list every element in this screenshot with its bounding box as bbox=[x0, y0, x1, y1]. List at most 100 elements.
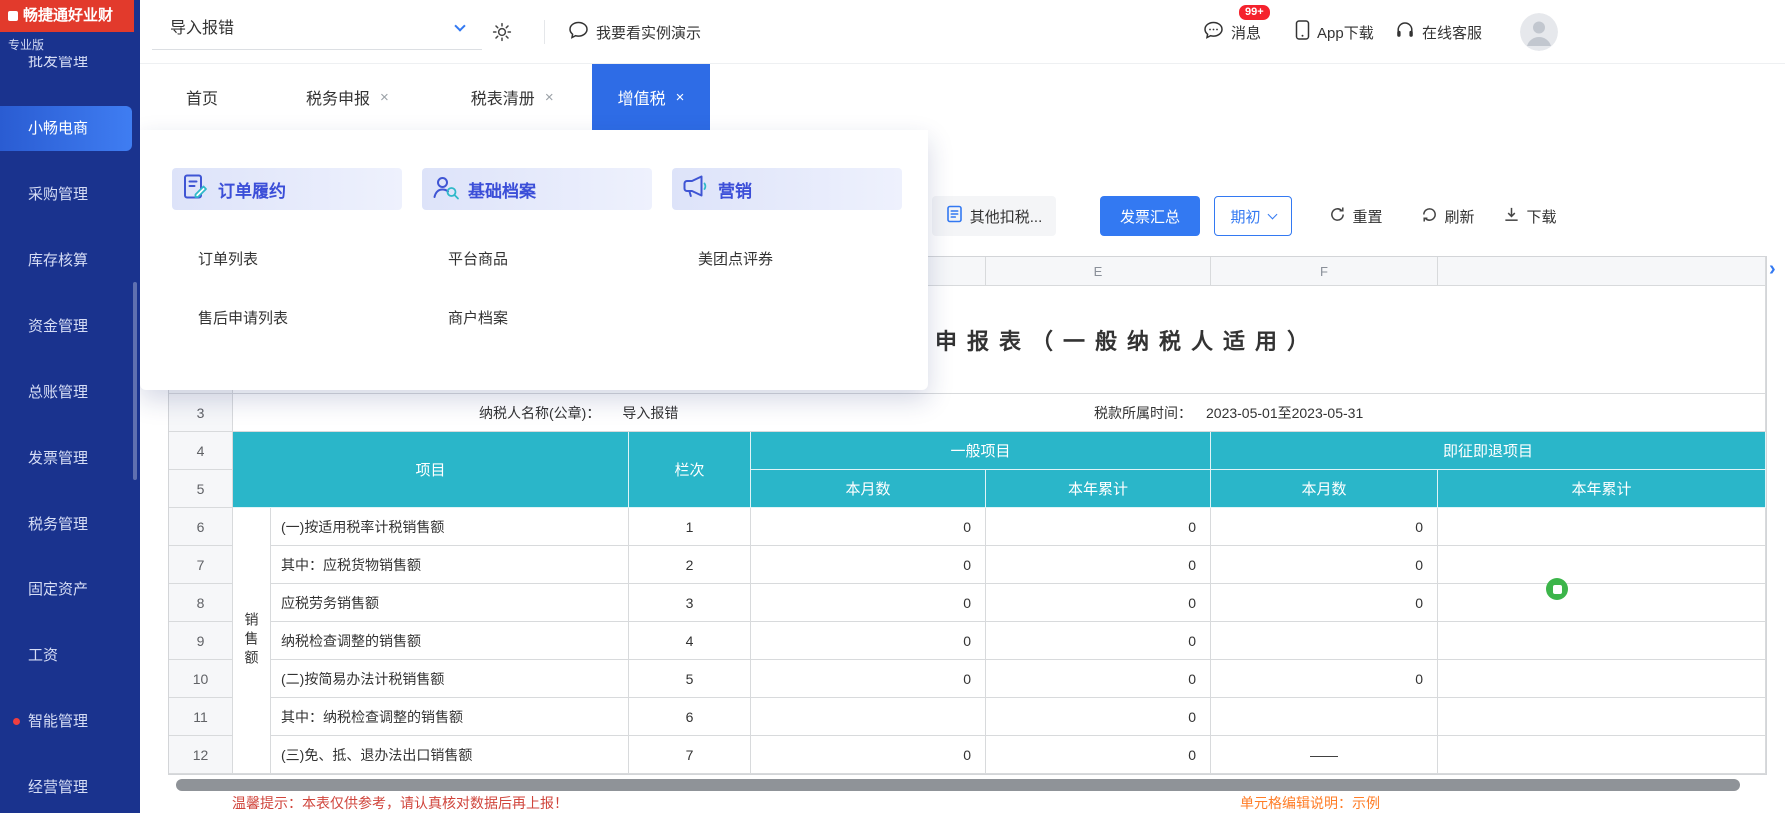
sidebar-item-7[interactable]: 发票管理 bbox=[0, 441, 140, 477]
menu-item[interactable]: 平台商品 bbox=[448, 245, 638, 275]
download-button[interactable]: 下载 bbox=[1494, 196, 1566, 236]
value-cell-row6-col2[interactable]: 0 bbox=[986, 508, 1211, 546]
menu-item[interactable]: 商户档案 bbox=[448, 304, 638, 334]
refresh-button[interactable]: 刷新 bbox=[1412, 196, 1484, 236]
value-cell-row8-col1[interactable]: 0 bbox=[751, 584, 986, 622]
sidebar-item-4[interactable]: 库存核算 bbox=[0, 243, 140, 279]
scroll-right-icon[interactable]: › bbox=[1769, 258, 1776, 281]
demo-link[interactable]: 我要看实例演示 bbox=[568, 0, 701, 64]
value-cell-row9-col3[interactable] bbox=[1211, 622, 1438, 660]
column-letter-E[interactable]: E bbox=[986, 257, 1211, 286]
value-cell-row11-col2[interactable]: 0 bbox=[986, 698, 1211, 736]
lane-cell-row11[interactable]: 6 bbox=[629, 698, 751, 736]
lane-cell-row8[interactable]: 3 bbox=[629, 584, 751, 622]
item-cell-row10[interactable]: (二)按简易办法计税销售额 bbox=[271, 660, 629, 698]
value-cell-row6-col4[interactable] bbox=[1438, 508, 1766, 546]
column-letter-cell[interactable] bbox=[1438, 257, 1766, 286]
menu-item[interactable]: 订单列表 bbox=[198, 245, 388, 275]
row-number-3[interactable]: 3 bbox=[169, 394, 233, 432]
sidebar-item-6[interactable]: 总账管理 bbox=[0, 375, 140, 411]
menu-section-header[interactable]: 订单履约 bbox=[172, 168, 402, 210]
messages-button[interactable]: 消息 99+ bbox=[1203, 0, 1272, 64]
value-cell-row9-col4[interactable] bbox=[1438, 622, 1766, 660]
value-cell-row10-col2[interactable]: 0 bbox=[986, 660, 1211, 698]
row-group-sales: 销售额 bbox=[233, 508, 271, 774]
close-icon[interactable]: × bbox=[545, 89, 554, 106]
value-cell-row7-col3[interactable]: 0 bbox=[1211, 546, 1438, 584]
value-cell-row7-col2[interactable]: 0 bbox=[986, 546, 1211, 584]
row-number-5[interactable]: 5 bbox=[169, 470, 233, 508]
lane-cell-row7[interactable]: 2 bbox=[629, 546, 751, 584]
lane-cell-row9[interactable]: 4 bbox=[629, 622, 751, 660]
lane-cell-row6[interactable]: 1 bbox=[629, 508, 751, 546]
value-cell-row11-col3[interactable] bbox=[1211, 698, 1438, 736]
sidebar-item-9[interactable]: 固定资产 bbox=[0, 572, 140, 608]
gear-icon[interactable] bbox=[492, 22, 512, 47]
value-cell-row12-col2[interactable]: 0 bbox=[986, 736, 1211, 774]
value-cell-row9-col1[interactable]: 0 bbox=[751, 622, 986, 660]
tab-2[interactable]: 税务申报 × bbox=[280, 64, 415, 130]
value-cell-row12-col1[interactable]: 0 bbox=[751, 736, 986, 774]
value-cell-row6-col3[interactable]: 0 bbox=[1211, 508, 1438, 546]
item-cell-row6[interactable]: (一)按适用税率计税销售额 bbox=[271, 508, 629, 546]
sidebar-item-5[interactable]: 资金管理 bbox=[0, 309, 140, 345]
item-cell-row9[interactable]: 纳税检查调整的销售额 bbox=[271, 622, 629, 660]
menu-section-title: 基础档案 bbox=[468, 181, 536, 201]
value-cell-row12-col4[interactable] bbox=[1438, 736, 1766, 774]
sidebar-item-2[interactable]: 小畅电商 bbox=[0, 106, 132, 151]
avatar[interactable] bbox=[1520, 13, 1558, 51]
sidebar-item-11[interactable]: 智能管理 bbox=[0, 704, 140, 740]
lane-cell-row10[interactable]: 5 bbox=[629, 660, 751, 698]
row-number-12[interactable]: 12 bbox=[169, 736, 233, 774]
tab-4[interactable]: 增值税 × bbox=[591, 64, 711, 130]
app-download-button[interactable]: App下载 bbox=[1295, 0, 1374, 64]
value-cell-row11-col1[interactable] bbox=[751, 698, 986, 736]
sidebar-item-12[interactable]: 经营管理 bbox=[0, 770, 140, 806]
account-select[interactable]: 导入报错 bbox=[152, 8, 482, 50]
value-cell-row7-col1[interactable]: 0 bbox=[751, 546, 986, 584]
menu-section-header[interactable]: 营销 bbox=[672, 168, 902, 210]
sidebar-item-10[interactable]: 工资 bbox=[0, 638, 140, 674]
reset-button[interactable]: 重置 bbox=[1320, 196, 1392, 236]
online-support-button[interactable]: 在线客服 bbox=[1395, 0, 1482, 64]
footer-edit-note: 单元格编辑说明：示例 bbox=[1240, 795, 1380, 811]
value-cell-row8-col2[interactable]: 0 bbox=[986, 584, 1211, 622]
item-cell-row12[interactable]: (三)免、抵、退办法出口销售额 bbox=[271, 736, 629, 774]
value-cell-row10-col1[interactable]: 0 bbox=[751, 660, 986, 698]
period-select[interactable]: 期初 bbox=[1214, 196, 1292, 236]
item-cell-row7[interactable]: 其中：应税货物销售额 bbox=[271, 546, 629, 584]
value-cell-row8-col3[interactable]: 0 bbox=[1211, 584, 1438, 622]
tab-1[interactable]: 首页 bbox=[160, 64, 244, 130]
row-number-7[interactable]: 7 bbox=[169, 546, 233, 584]
horizontal-scrollbar[interactable] bbox=[176, 779, 1740, 791]
close-icon[interactable]: × bbox=[380, 89, 389, 106]
value-cell-row11-col4[interactable] bbox=[1438, 698, 1766, 736]
value-cell-row6-col1[interactable]: 0 bbox=[751, 508, 986, 546]
lane-cell-row12[interactable]: 7 bbox=[629, 736, 751, 774]
column-letter-F[interactable]: F bbox=[1211, 257, 1438, 286]
value-cell-row8-col4[interactable] bbox=[1438, 584, 1766, 622]
value-cell-row9-col2[interactable]: 0 bbox=[986, 622, 1211, 660]
invoice-summary-button[interactable]: 发票汇总 bbox=[1100, 196, 1200, 236]
floating-assistant-icon[interactable] bbox=[1546, 578, 1568, 600]
row-number-6[interactable]: 6 bbox=[169, 508, 233, 546]
row-number-8[interactable]: 8 bbox=[169, 584, 233, 622]
row-number-10[interactable]: 10 bbox=[169, 660, 233, 698]
menu-item[interactable]: 售后申请列表 bbox=[198, 304, 388, 334]
row-number-9[interactable]: 9 bbox=[169, 622, 233, 660]
tab-3[interactable]: 税表清册 × bbox=[445, 64, 580, 130]
value-cell-row12-col3[interactable]: —— bbox=[1211, 736, 1438, 774]
menu-section-header[interactable]: 基础档案 bbox=[422, 168, 652, 210]
value-cell-row7-col4[interactable] bbox=[1438, 546, 1766, 584]
other-tax-tab[interactable]: 其他扣税... bbox=[932, 196, 1056, 236]
item-cell-row8[interactable]: 应税劳务销售额 bbox=[271, 584, 629, 622]
close-icon[interactable]: × bbox=[676, 89, 685, 106]
item-cell-row11[interactable]: 其中：纳税检查调整的销售额 bbox=[271, 698, 629, 736]
row-number-4[interactable]: 4 bbox=[169, 432, 233, 470]
value-cell-row10-col3[interactable]: 0 bbox=[1211, 660, 1438, 698]
row-number-11[interactable]: 11 bbox=[169, 698, 233, 736]
sidebar-item-3[interactable]: 采购管理 bbox=[0, 177, 140, 213]
sidebar-item-8[interactable]: 税务管理 bbox=[0, 507, 140, 543]
menu-item[interactable]: 美团点评券 bbox=[698, 245, 888, 275]
value-cell-row10-col4[interactable] bbox=[1438, 660, 1766, 698]
